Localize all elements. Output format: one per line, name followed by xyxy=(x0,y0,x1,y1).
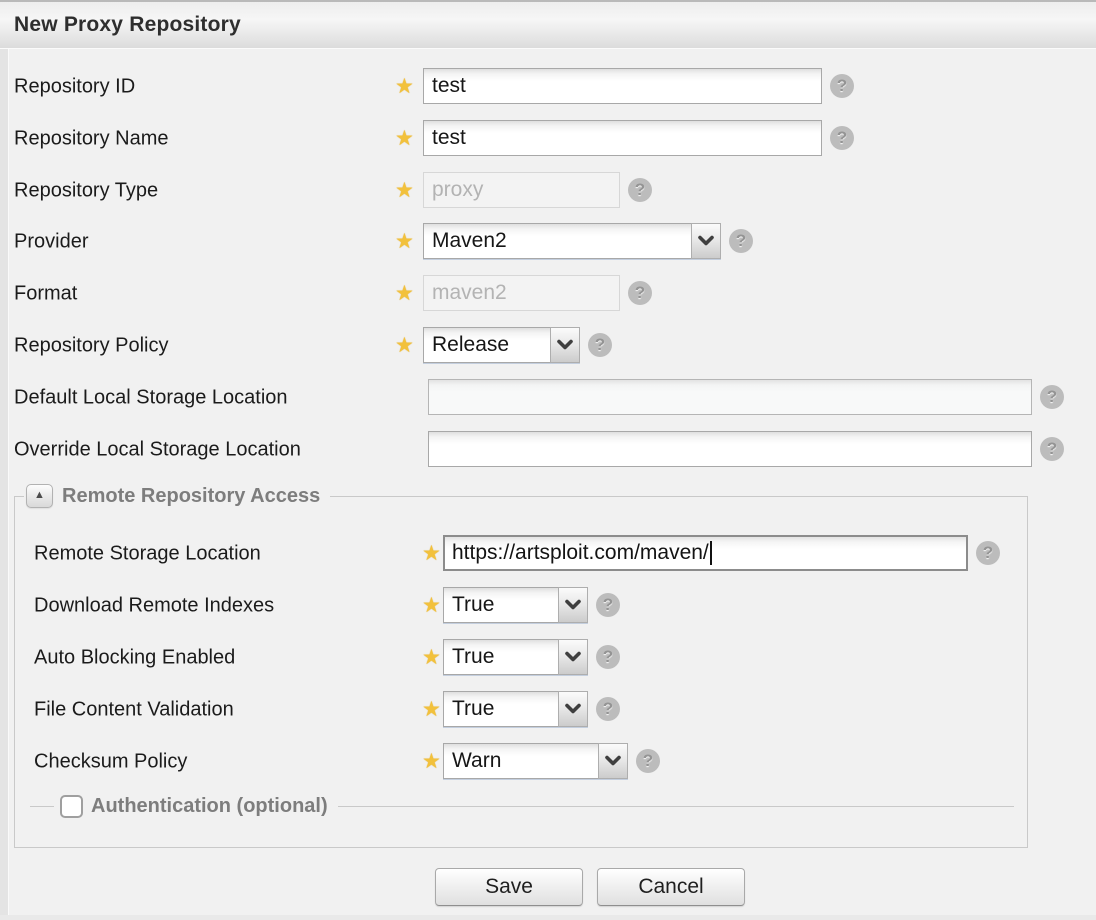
help-icon[interactable]: ? xyxy=(628,178,652,202)
remote-storage-label: Remote Storage Location xyxy=(34,542,261,565)
help-icon[interactable]: ? xyxy=(588,333,612,357)
default-local-storage-input[interactable] xyxy=(428,379,1032,415)
chevron-down-icon[interactable] xyxy=(558,587,588,623)
default-local-storage-label: Default Local Storage Location xyxy=(14,386,288,409)
collapse-arrow-icon: ▲ xyxy=(34,488,45,501)
provider-select-value: Maven2 xyxy=(423,223,691,259)
authentication-legend: Authentication (optional) xyxy=(30,793,1014,819)
checksum-policy-row: Checksum Policy ★ Warn ? xyxy=(0,743,1096,781)
panel-title: New Proxy Repository xyxy=(14,13,241,36)
file-content-validation-label: File Content Validation xyxy=(34,698,234,721)
repository-id-label: Repository ID xyxy=(14,75,136,98)
file-content-validation-select[interactable]: True xyxy=(443,691,588,727)
required-star-icon: ★ xyxy=(395,230,414,254)
help-icon[interactable]: ? xyxy=(628,281,652,305)
auto-blocking-select[interactable]: True xyxy=(443,639,588,675)
auto-blocking-value: True xyxy=(443,639,558,675)
override-local-storage-row: Override Local Storage Location ? xyxy=(0,431,1096,469)
repository-type-row: Repository Type ★ ? xyxy=(0,172,1096,210)
override-local-storage-input[interactable] xyxy=(428,431,1032,467)
provider-row: Provider ★ Maven2 ? xyxy=(0,223,1096,261)
required-star-icon: ★ xyxy=(395,75,414,99)
help-icon[interactable]: ? xyxy=(1040,385,1064,409)
help-icon[interactable]: ? xyxy=(596,645,620,669)
chevron-down-icon[interactable] xyxy=(558,639,588,675)
remote-storage-value: https://artsploit.com/maven/ xyxy=(452,541,709,564)
download-remote-indexes-row: Download Remote Indexes ★ True ? xyxy=(0,587,1096,625)
override-local-storage-label: Override Local Storage Location xyxy=(14,438,301,461)
repository-id-row: Repository ID ★ ? xyxy=(0,68,1096,106)
help-icon[interactable]: ? xyxy=(596,697,620,721)
chevron-down-icon[interactable] xyxy=(691,223,721,259)
help-icon[interactable]: ? xyxy=(976,541,1000,565)
format-row: Format ★ ? xyxy=(0,275,1096,313)
help-icon[interactable]: ? xyxy=(1040,437,1064,461)
remote-access-title: Remote Repository Access xyxy=(62,484,321,507)
save-button-label: Save xyxy=(485,875,533,898)
required-star-icon: ★ xyxy=(422,646,441,670)
repository-policy-row: Repository Policy ★ Release ? xyxy=(0,327,1096,365)
repository-name-input[interactable] xyxy=(423,120,822,156)
remote-storage-input[interactable]: https://artsploit.com/maven/ xyxy=(443,535,968,571)
chevron-down-icon[interactable] xyxy=(598,743,628,779)
provider-label: Provider xyxy=(14,230,89,253)
repository-id-input[interactable] xyxy=(423,68,822,104)
authentication-title: Authentication (optional) xyxy=(91,794,328,817)
chevron-down-icon[interactable] xyxy=(558,691,588,727)
cancel-button-label: Cancel xyxy=(638,875,704,898)
cancel-button[interactable]: Cancel xyxy=(597,868,745,906)
remote-access-legend: ▲ Remote Repository Access xyxy=(14,483,1028,509)
default-local-storage-row: Default Local Storage Location ? xyxy=(0,379,1096,417)
auto-blocking-label: Auto Blocking Enabled xyxy=(34,646,236,669)
panel-header: New Proxy Repository xyxy=(0,0,1096,49)
required-star-icon: ★ xyxy=(395,179,414,203)
file-content-validation-row: File Content Validation ★ True ? xyxy=(0,691,1096,729)
repository-policy-label: Repository Policy xyxy=(14,334,169,357)
save-button[interactable]: Save xyxy=(435,868,583,906)
repository-policy-select-value: Release xyxy=(423,327,550,363)
format-label: Format xyxy=(14,282,78,305)
required-star-icon: ★ xyxy=(422,750,441,774)
download-remote-indexes-value: True xyxy=(443,587,558,623)
repository-name-row: Repository Name ★ ? xyxy=(0,120,1096,158)
text-cursor xyxy=(709,541,712,565)
required-star-icon: ★ xyxy=(395,334,414,358)
help-icon[interactable]: ? xyxy=(636,749,660,773)
repository-name-label: Repository Name xyxy=(14,127,169,150)
panel-bottom-border xyxy=(0,915,1096,920)
collapse-toggle-button[interactable]: ▲ xyxy=(26,484,53,508)
checksum-policy-select[interactable]: Warn xyxy=(443,743,628,779)
download-remote-indexes-label: Download Remote Indexes xyxy=(34,594,275,617)
help-icon[interactable]: ? xyxy=(830,126,854,150)
file-content-validation-value: True xyxy=(443,691,558,727)
format-input xyxy=(423,275,620,311)
provider-select[interactable]: Maven2 xyxy=(423,223,721,259)
required-star-icon: ★ xyxy=(422,698,441,722)
required-star-icon: ★ xyxy=(395,127,414,151)
required-star-icon: ★ xyxy=(422,594,441,618)
checksum-policy-value: Warn xyxy=(443,743,598,779)
checksum-policy-label: Checksum Policy xyxy=(34,750,188,773)
required-star-icon: ★ xyxy=(395,282,414,306)
auto-blocking-row: Auto Blocking Enabled ★ True ? xyxy=(0,639,1096,677)
repository-type-label: Repository Type xyxy=(14,179,159,202)
help-icon[interactable]: ? xyxy=(830,74,854,98)
repository-type-input xyxy=(423,172,620,208)
authentication-checkbox[interactable] xyxy=(60,794,83,818)
download-remote-indexes-select[interactable]: True xyxy=(443,587,588,623)
help-icon[interactable]: ? xyxy=(729,229,753,253)
remote-storage-row: Remote Storage Location ★ https://artspl… xyxy=(0,535,1096,573)
chevron-down-icon[interactable] xyxy=(550,327,580,363)
repository-policy-select[interactable]: Release xyxy=(423,327,580,363)
required-star-icon: ★ xyxy=(422,542,441,566)
help-icon[interactable]: ? xyxy=(596,593,620,617)
